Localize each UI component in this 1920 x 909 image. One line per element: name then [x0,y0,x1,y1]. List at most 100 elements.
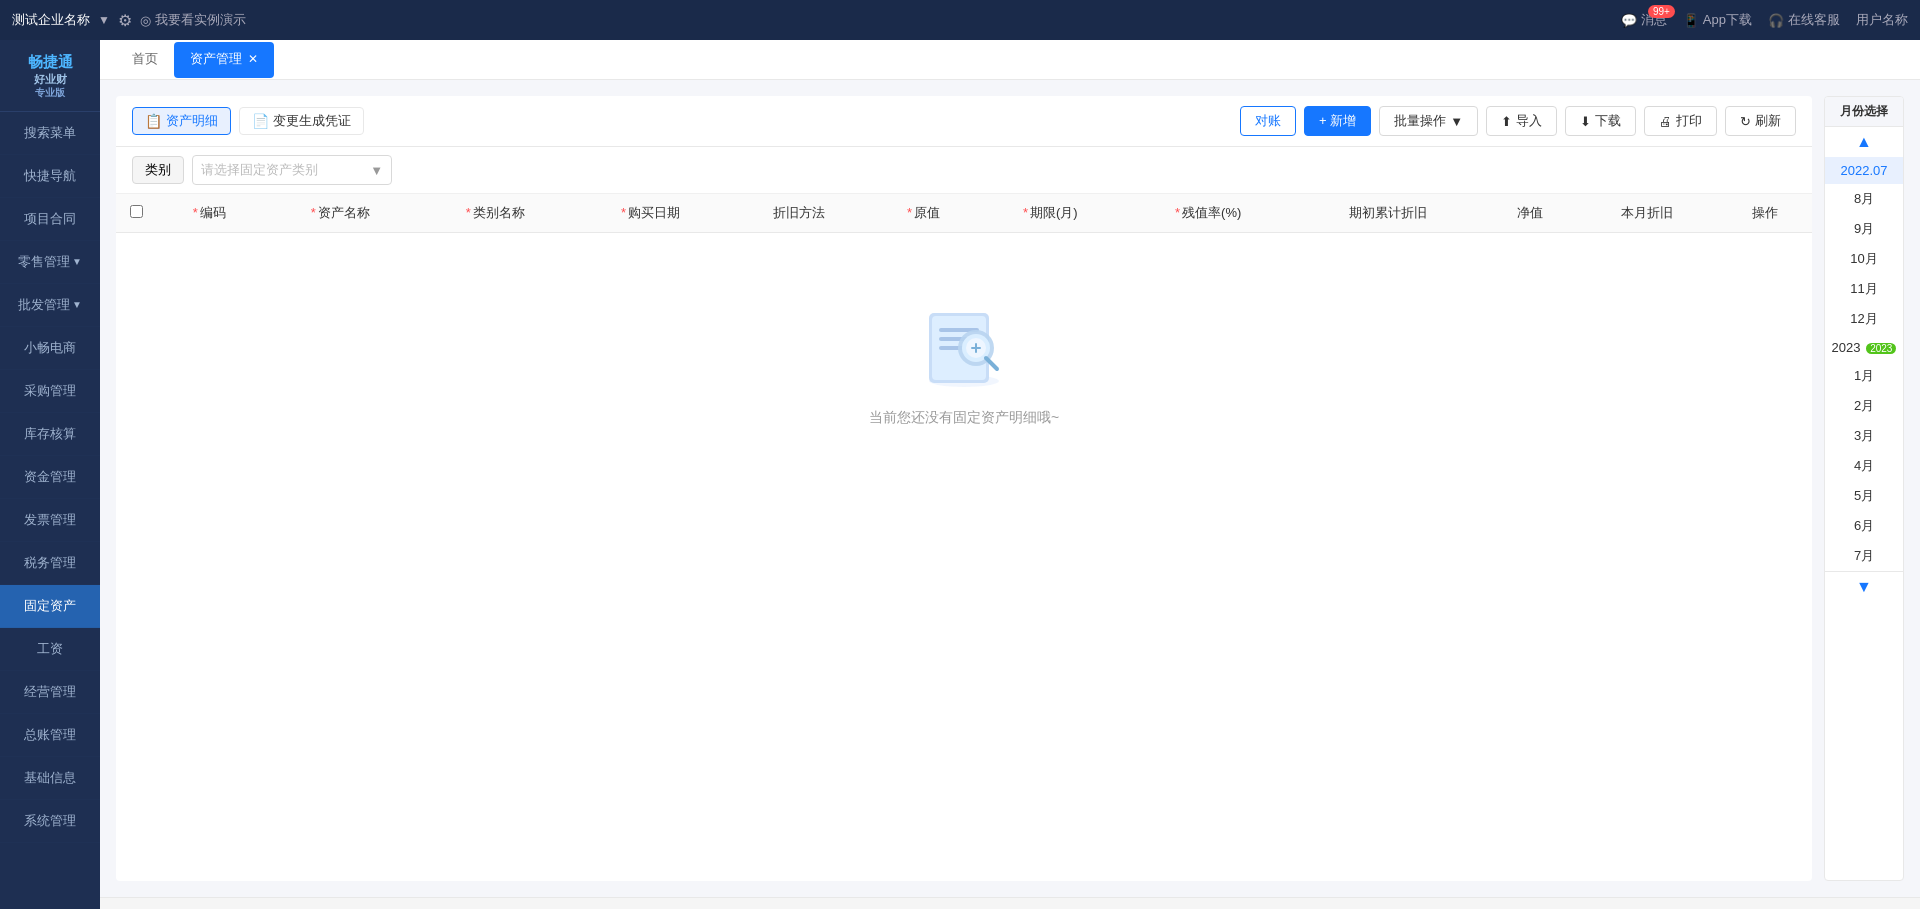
subtab-voucher-label: 变更生成凭证 [273,112,351,130]
month-item-3[interactable]: 3月 [1825,421,1903,451]
sidebar-item-retail[interactable]: 零售管理▼ [0,241,100,284]
tab-asset-label: 资产管理 [190,50,242,68]
month-item-7[interactable]: 7月 [1825,541,1903,571]
th-category: *类别名称 [418,194,573,233]
refresh-button[interactable]: ↻ 刷新 [1725,106,1796,136]
add-button[interactable]: + 新增 [1304,106,1371,136]
th-operation: 操作 [1718,194,1812,233]
subtab-voucher[interactable]: 📄 变更生成凭证 [239,107,364,135]
demo-link[interactable]: ◎ 我要看实例演示 [140,11,246,29]
month-item-2[interactable]: 2月 [1825,391,1903,421]
category-placeholder: 请选择固定资产类别 [201,161,318,179]
download-button[interactable]: ⬇ 下载 [1565,106,1636,136]
sidebar-item-project[interactable]: 项目合同 [0,198,100,241]
current-year-badge: 2023 [1866,343,1896,354]
empty-text: 当前您还没有固定资产明细哦~ [869,409,1059,427]
detail-tab-icon: 📋 [145,113,162,129]
month-item-10[interactable]: 10月 [1825,244,1903,274]
month-item-6[interactable]: 6月 [1825,511,1903,541]
main-panel: 📋 资产明细 📄 变更生成凭证 对账 + 新增 批量操作 ▼ [116,96,1812,881]
sidebar-item-search[interactable]: 搜索菜单 [0,112,100,155]
company-dropdown-icon[interactable]: ▼ [98,13,110,27]
table-container: *编码 *资产名称 *类别名称 *购买日期 折旧方法 *原值 *期限(月) *残… [116,194,1812,881]
page-content: 📋 资产明细 📄 变更生成凭证 对账 + 新增 批量操作 ▼ [100,80,1920,897]
month-item-12[interactable]: 12月 [1825,304,1903,334]
sidebar-item-invoice[interactable]: 发票管理 [0,499,100,542]
reconcile-button[interactable]: 对账 [1240,106,1296,136]
sidebar: 畅捷通 好业财 专业版 搜索菜单 快捷导航 项目合同 零售管理▼ 批发管理▼ 小… [0,40,100,909]
download-icon: ⬇ [1580,114,1591,129]
month-item-11[interactable]: 11月 [1825,274,1903,304]
table-header-row: *编码 *资产名称 *类别名称 *购买日期 折旧方法 *原值 *期限(月) *残… [116,194,1812,233]
company-name[interactable]: 测试企业名称 [12,11,90,29]
filter-row: 类别 请选择固定资产类别 ▼ [116,147,1812,194]
category-select[interactable]: 请选择固定资产类别 ▼ [192,155,392,185]
tab-bar: 首页 资产管理 ✕ [100,40,1920,80]
month-item-1[interactable]: 1月 [1825,361,1903,391]
sidebar-item-finance[interactable]: 资金管理 [0,456,100,499]
batch-button[interactable]: 批量操作 ▼ [1379,106,1478,136]
sidebar-logo: 畅捷通 好业财 专业版 [0,40,100,112]
import-button[interactable]: ⬆ 导入 [1486,106,1557,136]
month-item-9[interactable]: 9月 [1825,214,1903,244]
settings-icon[interactable]: ⚙ [118,11,132,30]
th-name: *资产名称 [263,194,418,233]
category-filter-label[interactable]: 类别 [132,156,184,184]
sidebar-item-purchase[interactable]: 采购管理 [0,370,100,413]
headset-icon: 🎧 [1768,13,1784,28]
sidebar-item-ledger[interactable]: 总账管理 [0,714,100,757]
empty-state-row: 当前您还没有固定资产明细哦~ [116,233,1812,488]
month-nav-up: ▲ [1825,127,1903,157]
sidebar-item-quicknav[interactable]: 快捷导航 [0,155,100,198]
sidebar-item-operations[interactable]: 经营管理 [0,671,100,714]
month-item-4[interactable]: 4月 [1825,451,1903,481]
sidebar-item-system[interactable]: 系统管理 [0,800,100,843]
app-download-button[interactable]: 📱 App下载 [1683,11,1752,29]
tab-home[interactable]: 首页 [116,42,174,78]
sidebar-item-tax[interactable]: 税务管理 [0,542,100,585]
service-button[interactable]: 🎧 在线客服 [1768,11,1840,29]
user-menu[interactable]: 用户名称 [1856,11,1908,29]
sidebar-item-basic[interactable]: 基础信息 [0,757,100,800]
empty-state: 当前您还没有固定资产明细哦~ [116,233,1812,487]
asset-table: *编码 *资产名称 *类别名称 *购买日期 折旧方法 *原值 *期限(月) *残… [116,194,1812,487]
top-bar: 测试企业名称 ▼ ⚙ ◎ 我要看实例演示 💬 消息 99+ 📱 App下载 🎧 … [0,0,1920,40]
refresh-icon: ↻ [1740,114,1751,129]
select-all-checkbox[interactable] [130,205,143,218]
demo-icon: ◎ [140,13,151,28]
content-area: 首页 资产管理 ✕ 📋 资产明细 📄 变更生成凭证 [100,40,1920,909]
import-icon: ⬆ [1501,114,1512,129]
month-up-button[interactable]: ▲ [1852,131,1876,153]
horizontal-scrollbar[interactable] [100,897,1920,909]
messages-button[interactable]: 💬 消息 99+ [1621,11,1667,29]
wholesale-arrow-icon: ▼ [72,299,82,310]
month-item-5[interactable]: 5月 [1825,481,1903,511]
subtab-detail[interactable]: 📋 资产明细 [132,107,231,135]
month-item-8[interactable]: 8月 [1825,184,1903,214]
current-month-item[interactable]: 2022.07 [1825,157,1903,184]
top-bar-right: 💬 消息 99+ 📱 App下载 🎧 在线客服 用户名称 [1621,11,1908,29]
message-badge: 99+ [1648,5,1675,18]
month-down-button[interactable]: ▼ [1852,576,1876,598]
th-period: *期限(月) [977,194,1124,233]
th-net-value: 净值 [1483,194,1576,233]
tab-asset[interactable]: 资产管理 ✕ [174,42,274,78]
tab-close-icon[interactable]: ✕ [248,52,258,66]
sidebar-item-salary[interactable]: 工资 [0,628,100,671]
app-subtitle: 专业版 [8,86,92,99]
print-button[interactable]: 🖨 打印 [1644,106,1717,136]
subtab-detail-label: 资产明细 [166,112,218,130]
main-layout: 畅捷通 好业财 专业版 搜索菜单 快捷导航 项目合同 零售管理▼ 批发管理▼ 小… [0,40,1920,909]
app-title: 畅捷通 好业财 专业版 [8,52,92,99]
sidebar-item-inventory[interactable]: 库存核算 [0,413,100,456]
month-nav-down: ▼ [1825,571,1903,602]
sidebar-item-wholesale[interactable]: 批发管理▼ [0,284,100,327]
sidebar-item-fixed[interactable]: 固定资产 [0,585,100,628]
retail-arrow-icon: ▼ [72,256,82,267]
sub-tabs: 📋 资产明细 📄 变更生成凭证 对账 + 新增 批量操作 ▼ [116,96,1812,147]
th-accumulated-depreciation: 期初累计折旧 [1293,194,1484,233]
year-2023-item[interactable]: 2023 2023 [1825,334,1903,361]
th-checkbox [116,194,156,233]
th-original-value: *原值 [870,194,977,233]
sidebar-item-ecommerce[interactable]: 小畅电商 [0,327,100,370]
